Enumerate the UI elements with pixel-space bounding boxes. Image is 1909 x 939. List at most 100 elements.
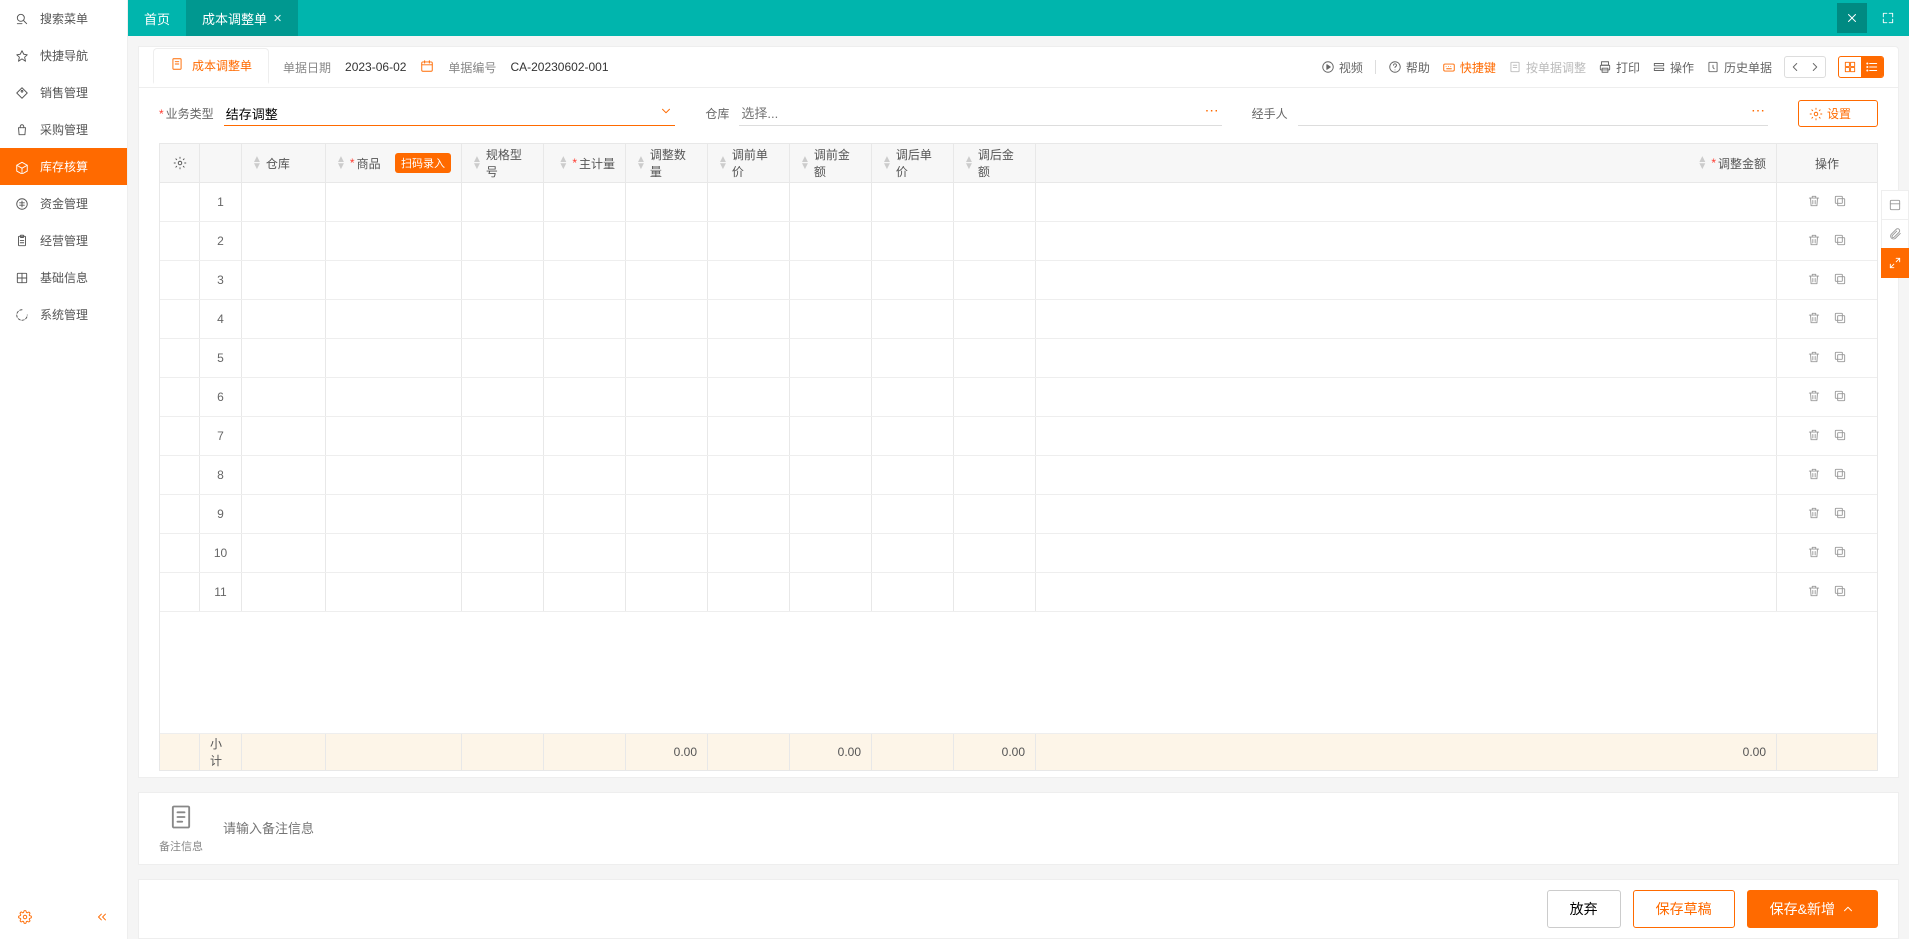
sidebar-item-3[interactable]: 采购管理 — [0, 111, 127, 148]
remarks-label: 备注信息 — [159, 838, 203, 854]
clipboard-icon — [14, 233, 30, 249]
copy-icon[interactable] — [1833, 233, 1847, 250]
th-adjust-amount[interactable]: ▲▼*调整金额 — [1036, 144, 1777, 182]
more-icon[interactable]: ⋯ — [1751, 102, 1766, 119]
delete-icon[interactable] — [1807, 467, 1821, 484]
handler-input[interactable] — [1298, 102, 1768, 126]
paginator — [1784, 56, 1826, 78]
sidebar-item-2[interactable]: 销售管理 — [0, 74, 127, 111]
collapse-icon[interactable] — [95, 910, 109, 927]
th-warehouse[interactable]: ▲▼仓库 — [242, 144, 326, 182]
float-tab-1[interactable] — [1881, 190, 1909, 220]
column-settings[interactable] — [160, 144, 200, 182]
scan-badge[interactable]: 扫码录入 — [395, 153, 451, 173]
shortcut-button[interactable]: 快捷键 — [1442, 59, 1496, 76]
table-row[interactable]: 10 — [160, 534, 1877, 573]
table-row[interactable]: 11 — [160, 573, 1877, 612]
table-row[interactable]: 7 — [160, 417, 1877, 456]
float-tab-expand[interactable] — [1881, 248, 1909, 278]
action-button[interactable]: 操作 — [1652, 59, 1694, 76]
copy-icon[interactable] — [1833, 194, 1847, 211]
delete-icon[interactable] — [1807, 233, 1821, 250]
tab-label: 首页 — [144, 9, 170, 28]
row-index: 5 — [200, 339, 242, 377]
th-before-price[interactable]: ▲▼调前单价 — [708, 144, 790, 182]
th-main-unit[interactable]: ▲▼*主计量 — [544, 144, 626, 182]
grid-icon — [14, 270, 30, 286]
delete-icon[interactable] — [1807, 506, 1821, 523]
delete-icon[interactable] — [1807, 389, 1821, 406]
tab-cost-adjust[interactable]: 成本调整单 ✕ — [186, 0, 298, 36]
fullscreen-button[interactable] — [1873, 3, 1903, 33]
th-spec[interactable]: ▲▼规格型号 — [462, 144, 544, 182]
date-value[interactable]: 2023-06-02 — [345, 60, 406, 74]
delete-icon[interactable] — [1807, 428, 1821, 445]
more-icon[interactable]: ⋯ — [1205, 102, 1220, 119]
copy-icon[interactable] — [1833, 272, 1847, 289]
close-icon[interactable]: ✕ — [273, 12, 282, 25]
settings-icon[interactable] — [18, 910, 32, 927]
copy-icon[interactable] — [1833, 545, 1847, 562]
subtotal-label: 小计 — [200, 734, 242, 770]
sidebar-item-4[interactable]: 库存核算 — [0, 148, 127, 185]
table-row[interactable]: 9 — [160, 495, 1877, 534]
table-row[interactable]: 8 — [160, 456, 1877, 495]
copy-icon[interactable] — [1833, 428, 1847, 445]
table-row[interactable]: 6 — [160, 378, 1877, 417]
th-after-price[interactable]: ▲▼调后单价 — [872, 144, 954, 182]
save-new-button[interactable]: 保存&新增 — [1747, 890, 1878, 928]
th-product[interactable]: ▲▼*商品扫码录入 — [326, 144, 462, 182]
delete-icon[interactable] — [1807, 272, 1821, 289]
copy-icon[interactable] — [1833, 584, 1847, 601]
history-button[interactable]: 历史单据 — [1706, 59, 1772, 76]
subtotal-before-amount: 0.00 — [790, 734, 872, 770]
document-icon — [170, 57, 184, 74]
delete-icon[interactable] — [1807, 545, 1821, 562]
prev-button[interactable] — [1785, 57, 1805, 77]
copy-icon[interactable] — [1833, 506, 1847, 523]
th-before-amount[interactable]: ▲▼调前金额 — [790, 144, 872, 182]
copy-icon[interactable] — [1833, 389, 1847, 406]
sidebar-item-6[interactable]: 经营管理 — [0, 222, 127, 259]
next-button[interactable] — [1805, 57, 1825, 77]
delete-icon[interactable] — [1807, 350, 1821, 367]
save-draft-button[interactable]: 保存草稿 — [1633, 890, 1735, 928]
copy-icon[interactable] — [1833, 350, 1847, 367]
float-tab-attachment[interactable] — [1881, 219, 1909, 249]
delete-icon[interactable] — [1807, 194, 1821, 211]
sidebar-item-5[interactable]: 资金管理 — [0, 185, 127, 222]
th-qty[interactable]: ▲▼调整数量 — [626, 144, 708, 182]
table-row[interactable]: 2 — [160, 222, 1877, 261]
print-button[interactable]: 打印 — [1598, 59, 1640, 76]
sidebar-item-8[interactable]: 系统管理 — [0, 296, 127, 333]
chevron-down-icon[interactable] — [659, 104, 673, 121]
copy-icon[interactable] — [1833, 467, 1847, 484]
th-after-amount[interactable]: ▲▼调后金额 — [954, 144, 1036, 182]
view-list[interactable] — [1861, 57, 1883, 77]
biz-type-input[interactable] — [224, 102, 676, 126]
sidebar-item-0[interactable]: 搜索菜单 — [0, 0, 127, 37]
calendar-icon[interactable] — [420, 59, 434, 76]
settings-button[interactable]: 设置 — [1798, 100, 1878, 127]
delete-icon[interactable] — [1807, 311, 1821, 328]
row-index: 6 — [200, 378, 242, 416]
help-button[interactable]: 帮助 — [1388, 59, 1430, 76]
sidebar-item-label: 采购管理 — [40, 121, 88, 138]
warehouse-input[interactable] — [739, 102, 1221, 126]
remarks-input[interactable] — [223, 821, 1878, 836]
tab-home[interactable]: 首页 — [128, 0, 186, 36]
sidebar-item-7[interactable]: 基础信息 — [0, 259, 127, 296]
table-row[interactable]: 1 — [160, 183, 1877, 222]
doc-tab[interactable]: 成本调整单 — [153, 48, 269, 84]
video-button[interactable]: 视频 — [1321, 59, 1363, 76]
delete-icon[interactable] — [1807, 584, 1821, 601]
close-all-button[interactable] — [1837, 3, 1867, 33]
discard-button[interactable]: 放弃 — [1547, 890, 1621, 928]
table-row[interactable]: 5 — [160, 339, 1877, 378]
table-row[interactable]: 4 — [160, 300, 1877, 339]
table-row[interactable]: 3 — [160, 261, 1877, 300]
view-grid[interactable] — [1839, 57, 1861, 77]
sidebar-item-1[interactable]: 快捷导航 — [0, 37, 127, 74]
copy-icon[interactable] — [1833, 311, 1847, 328]
adjust-by-doc-button[interactable]: 按单据调整 — [1508, 59, 1586, 76]
